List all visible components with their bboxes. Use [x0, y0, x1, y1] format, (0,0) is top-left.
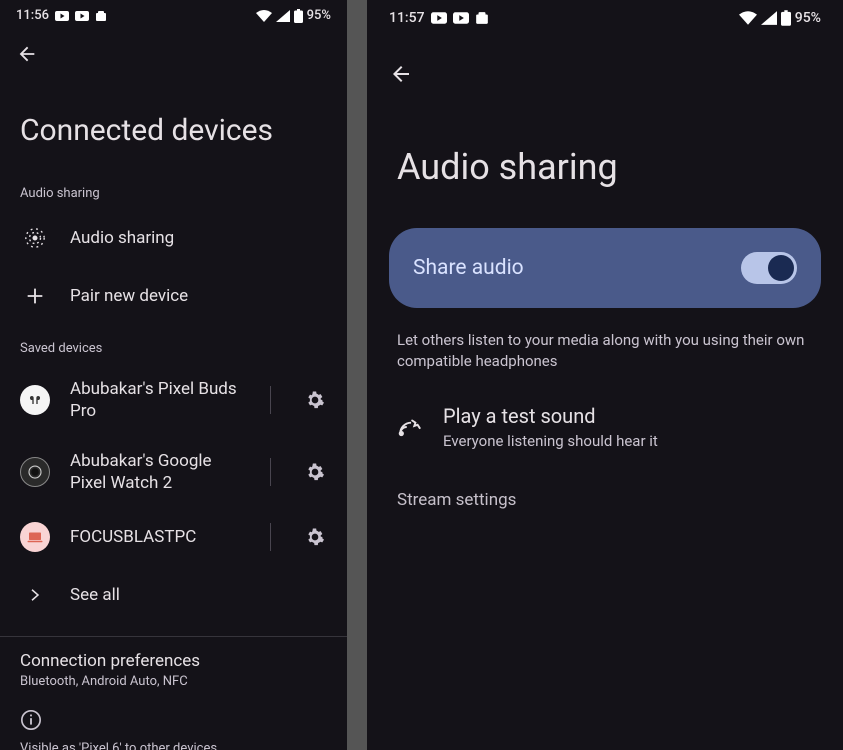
device-settings-button[interactable]: [303, 388, 327, 412]
device-label: Abubakar's Pixel Buds Pro: [70, 378, 246, 422]
pair-new-device-item[interactable]: Pair new device: [0, 267, 347, 325]
signal-icon: [761, 11, 777, 25]
audio-sharing-item[interactable]: Audio sharing: [0, 209, 347, 267]
battery-percent: 95%: [307, 8, 331, 23]
share-audio-description: Let others listen to your media along wi…: [367, 308, 843, 382]
plus-icon: [20, 281, 50, 311]
battery-icon: [781, 10, 791, 26]
device-settings-button[interactable]: [303, 460, 327, 484]
watch-icon: [20, 457, 50, 487]
computer-icon: [20, 522, 50, 552]
notif-youtube-icon: [55, 11, 69, 21]
device-item[interactable]: Abubakar's Pixel Buds Pro: [0, 364, 347, 436]
notif-youtube-icon: [75, 11, 89, 21]
back-button[interactable]: [367, 32, 843, 96]
pref-title: Connection preferences: [20, 651, 327, 671]
section-label-saved: Saved devices: [0, 333, 347, 364]
connection-preferences-item[interactable]: Connection preferences Bluetooth, Androi…: [0, 637, 347, 699]
see-all-label: See all: [70, 584, 327, 606]
battery-percent: 95%: [795, 10, 821, 26]
pref-sub: Bluetooth, Android Auto, NFC: [20, 674, 327, 689]
section-label-audio: Audio sharing: [0, 178, 347, 209]
share-audio-toggle-card[interactable]: Share audio: [389, 228, 821, 308]
notif-app-icon: [475, 11, 489, 25]
test-sound-sub: Everyone listening should hear it: [443, 432, 658, 450]
page-title: Audio sharing: [367, 96, 843, 228]
status-bar: 11:57 95%: [367, 0, 843, 32]
play-test-sound-item[interactable]: Play a test sound Everyone listening sho…: [367, 382, 843, 472]
pair-label: Pair new device: [70, 285, 327, 307]
device-item[interactable]: FOCUSBLASTPC: [0, 508, 347, 566]
device-settings-button[interactable]: [303, 525, 327, 549]
connected-devices-screen: 11:56 95% Connected devices Audio sharin…: [0, 0, 347, 750]
status-bar: 11:56 95%: [0, 0, 347, 27]
signal-icon: [276, 10, 290, 22]
chevron-right-icon: [20, 580, 50, 610]
audio-sharing-label: Audio sharing: [70, 227, 327, 249]
wifi-icon: [739, 11, 757, 25]
notif-youtube-icon: [431, 12, 447, 24]
stream-settings-item[interactable]: Stream settings: [367, 472, 843, 528]
device-item[interactable]: Abubakar's Google Pixel Watch 2: [0, 436, 347, 508]
back-button[interactable]: [0, 27, 347, 73]
notif-app-icon: [95, 10, 107, 22]
test-sound-title: Play a test sound: [443, 404, 658, 428]
wifi-icon: [256, 10, 272, 22]
status-time: 11:57: [389, 10, 425, 26]
battery-icon: [294, 9, 303, 23]
audio-sharing-icon: [20, 223, 50, 253]
page-title: Connected devices: [0, 73, 347, 178]
device-label: FOCUSBLASTPC: [70, 526, 246, 548]
share-audio-label: Share audio: [413, 256, 524, 280]
info-icon: [0, 699, 347, 735]
see-all-item[interactable]: See all: [0, 566, 347, 624]
audio-sharing-screen: 11:57 95% Audio sharing Share audio Let …: [367, 0, 843, 750]
cast-audio-icon: [397, 414, 423, 440]
earbuds-icon: [20, 385, 50, 415]
device-label: Abubakar's Google Pixel Watch 2: [70, 450, 246, 494]
visibility-text: Visible as 'Pixel 6' to other devices: [0, 735, 347, 750]
share-audio-switch[interactable]: [741, 252, 797, 284]
status-time: 11:56: [16, 8, 49, 23]
notif-youtube-icon: [453, 12, 469, 24]
